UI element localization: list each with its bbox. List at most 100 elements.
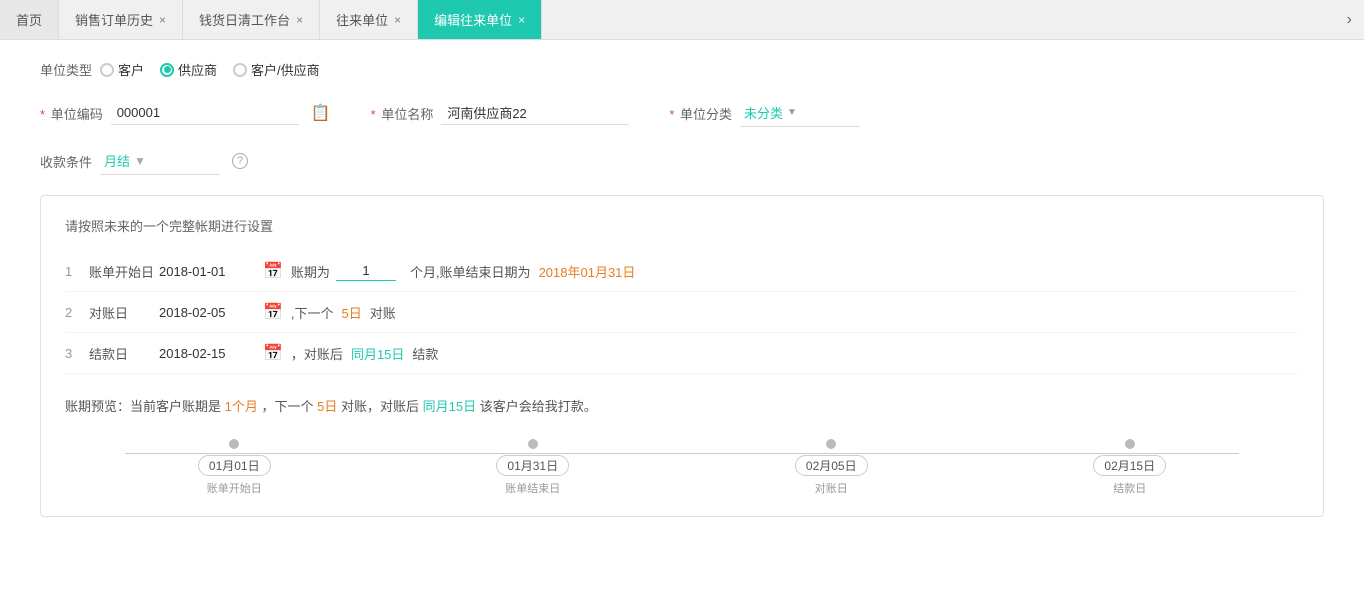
period-desc-suffix-3: 结款 — [412, 344, 438, 363]
timeline-dot-4 — [1125, 439, 1135, 449]
period-row-3: 3 结款日 2018-02-15 📅 ，对账后 同月15日 结款 — [65, 333, 1299, 374]
preview-2: 5日 — [317, 399, 337, 414]
period-cal-icon-3[interactable]: 📅 — [263, 343, 283, 363]
timeline-label-1: 账单开始日 — [207, 480, 262, 496]
period-cal-icon-2[interactable]: 📅 — [263, 302, 283, 322]
tab-sales-history-close[interactable]: × — [159, 13, 166, 27]
period-num-3: 3 — [65, 346, 89, 361]
payment-label: 收款条件 — [40, 152, 92, 171]
unit-code-group: * 单位编码 📋 — [40, 101, 331, 125]
payment-dropdown[interactable]: 月结 ▼ — [100, 147, 220, 175]
period-label-1: 账单开始日 — [89, 262, 159, 281]
radio-supplier[interactable]: 供应商 — [160, 60, 217, 79]
preview-text: 账期预览：当前客户账期是 1个月 ，下一个 5日 对账，对账后 同月15日 该客… — [65, 384, 1299, 415]
radio-both-circle — [233, 63, 247, 77]
unit-category-dropdown[interactable]: 未分类 ▼ — [740, 99, 860, 127]
period-desc-suffix-1: 个月,账单结束日期为 — [410, 262, 531, 281]
preview-prefix: 账期预览：当前客户账期是 — [65, 399, 221, 414]
timeline-dot-1 — [229, 439, 239, 449]
period-highlight-3: 同月15日 — [351, 344, 404, 363]
tab-sales-history-label: 销售订单历史 — [75, 10, 153, 29]
unit-code-label: * 单位编码 — [40, 104, 103, 123]
timeline-dot-2 — [528, 439, 538, 449]
radio-customer-circle — [100, 63, 114, 77]
timeline-badge-2: 01月31日 — [496, 455, 569, 476]
period-row-2: 2 对账日 2018-02-05 📅 ,下一个 5日 对账 — [65, 292, 1299, 333]
tab-cash-work-close[interactable]: × — [296, 13, 303, 27]
required-star-category: * — [669, 107, 674, 122]
preview-mid2: 对账，对账后 — [341, 399, 419, 414]
period-date-2: 2018-02-05 — [159, 305, 259, 320]
required-star-code: * — [40, 107, 45, 122]
payment-arrow-icon: ▼ — [134, 154, 146, 168]
payment-group: 收款条件 月结 ▼ ? — [40, 147, 248, 175]
unit-code-copy-icon[interactable]: 📋 — [311, 103, 331, 123]
tab-partners-label: 往来单位 — [336, 10, 388, 29]
period-num-1: 1 — [65, 264, 89, 279]
tab-cash-work-label: 钱货日清工作台 — [199, 10, 290, 29]
tab-cash-work[interactable]: 钱货日清工作台 × — [183, 0, 320, 39]
period-highlight-2: 5日 — [342, 303, 362, 322]
payment-row: 收款条件 月结 ▼ ? — [40, 147, 1324, 175]
period-num-2: 2 — [65, 305, 89, 320]
timeline-label-3: 对账日 — [815, 480, 848, 496]
timeline-container: 01月01日 账单开始日 01月31日 账单结束日 02月05日 对账日 02月… — [65, 439, 1299, 496]
unit-type-row: 单位类型 客户 供应商 客户/供应商 — [40, 60, 1324, 79]
timeline-nodes: 01月01日 账单开始日 01月31日 账单结束日 02月05日 对账日 02月… — [85, 439, 1279, 496]
unit-category-group: * 单位分类 未分类 ▼ — [669, 99, 860, 127]
tab-home-label: 首页 — [16, 10, 42, 29]
radio-supplier-circle — [160, 63, 174, 77]
radio-customer-label: 客户 — [118, 60, 144, 79]
timeline-node-2: 01月31日 账单结束日 — [384, 439, 683, 496]
period-highlight-1: 2018年01月31日 — [539, 262, 636, 281]
tab-edit-partner-close[interactable]: × — [518, 13, 525, 27]
period-label-2: 对账日 — [89, 303, 159, 322]
radio-supplier-label: 供应商 — [178, 60, 217, 79]
unit-code-input[interactable] — [111, 101, 299, 125]
unit-name-group: * 单位名称 — [371, 101, 630, 125]
period-input-1[interactable] — [336, 261, 396, 281]
tab-more-button[interactable]: › — [1335, 0, 1364, 39]
tab-bar: 首页 销售订单历史 × 钱货日清工作台 × 往来单位 × 编辑往来单位 × › — [0, 0, 1364, 40]
radio-both[interactable]: 客户/供应商 — [233, 60, 320, 79]
timeline-badge-3: 02月05日 — [795, 455, 868, 476]
timeline-label-2: 账单结束日 — [505, 480, 560, 496]
preview-mid1: ，下一个 — [262, 399, 314, 414]
unit-type-label: 单位类型 — [40, 60, 92, 79]
panel-hint: 请按照未来的一个完整帐期进行设置 — [65, 216, 1299, 235]
preview-1: 1个月 — [225, 399, 258, 414]
unit-name-input[interactable] — [441, 101, 629, 125]
timeline-dot-3 — [826, 439, 836, 449]
unit-type-group: 单位类型 客户 供应商 客户/供应商 — [40, 60, 320, 79]
tab-edit-partner[interactable]: 编辑往来单位 × — [418, 0, 542, 39]
period-desc-prefix-1: 账期为 — [291, 262, 330, 281]
period-date-3: 2018-02-15 — [159, 346, 259, 361]
payment-value: 月结 — [104, 151, 130, 170]
required-star-name: * — [371, 107, 376, 122]
period-cal-icon-1[interactable]: 📅 — [263, 261, 283, 281]
timeline-badge-1: 01月01日 — [198, 455, 271, 476]
tab-sales-history[interactable]: 销售订单历史 × — [59, 0, 183, 39]
main-content: 单位类型 客户 供应商 客户/供应商 * 单位编码 — [0, 40, 1364, 608]
period-panel: 请按照未来的一个完整帐期进行设置 1 账单开始日 2018-01-01 📅 账期… — [40, 195, 1324, 517]
timeline-node-3: 02月05日 对账日 — [682, 439, 981, 496]
period-desc-prefix-2: ,下一个 — [291, 303, 334, 322]
period-desc-suffix-2: 对账 — [370, 303, 396, 322]
preview-suffix: 该客户会给我打款。 — [480, 399, 597, 414]
unit-info-row: * 单位编码 📋 * 单位名称 * 单位分类 未分类 ▼ — [40, 99, 1324, 127]
tab-home[interactable]: 首页 — [0, 0, 59, 39]
timeline-badge-4: 02月15日 — [1093, 455, 1166, 476]
period-row-1: 1 账单开始日 2018-01-01 📅 账期为 个月,账单结束日期为 2018… — [65, 251, 1299, 292]
timeline-node-4: 02月15日 结款日 — [981, 439, 1280, 496]
unit-category-value: 未分类 — [744, 103, 783, 122]
radio-group: 客户 供应商 客户/供应商 — [100, 60, 320, 79]
tab-partners-close[interactable]: × — [394, 13, 401, 27]
radio-customer[interactable]: 客户 — [100, 60, 144, 79]
tab-edit-partner-label: 编辑往来单位 — [434, 10, 512, 29]
radio-both-label: 客户/供应商 — [251, 60, 320, 79]
period-date-1: 2018-01-01 — [159, 264, 259, 279]
tab-partners[interactable]: 往来单位 × — [320, 0, 418, 39]
payment-help-icon[interactable]: ? — [232, 153, 248, 169]
period-label-3: 结款日 — [89, 344, 159, 363]
unit-category-arrow-icon: ▼ — [787, 107, 797, 118]
